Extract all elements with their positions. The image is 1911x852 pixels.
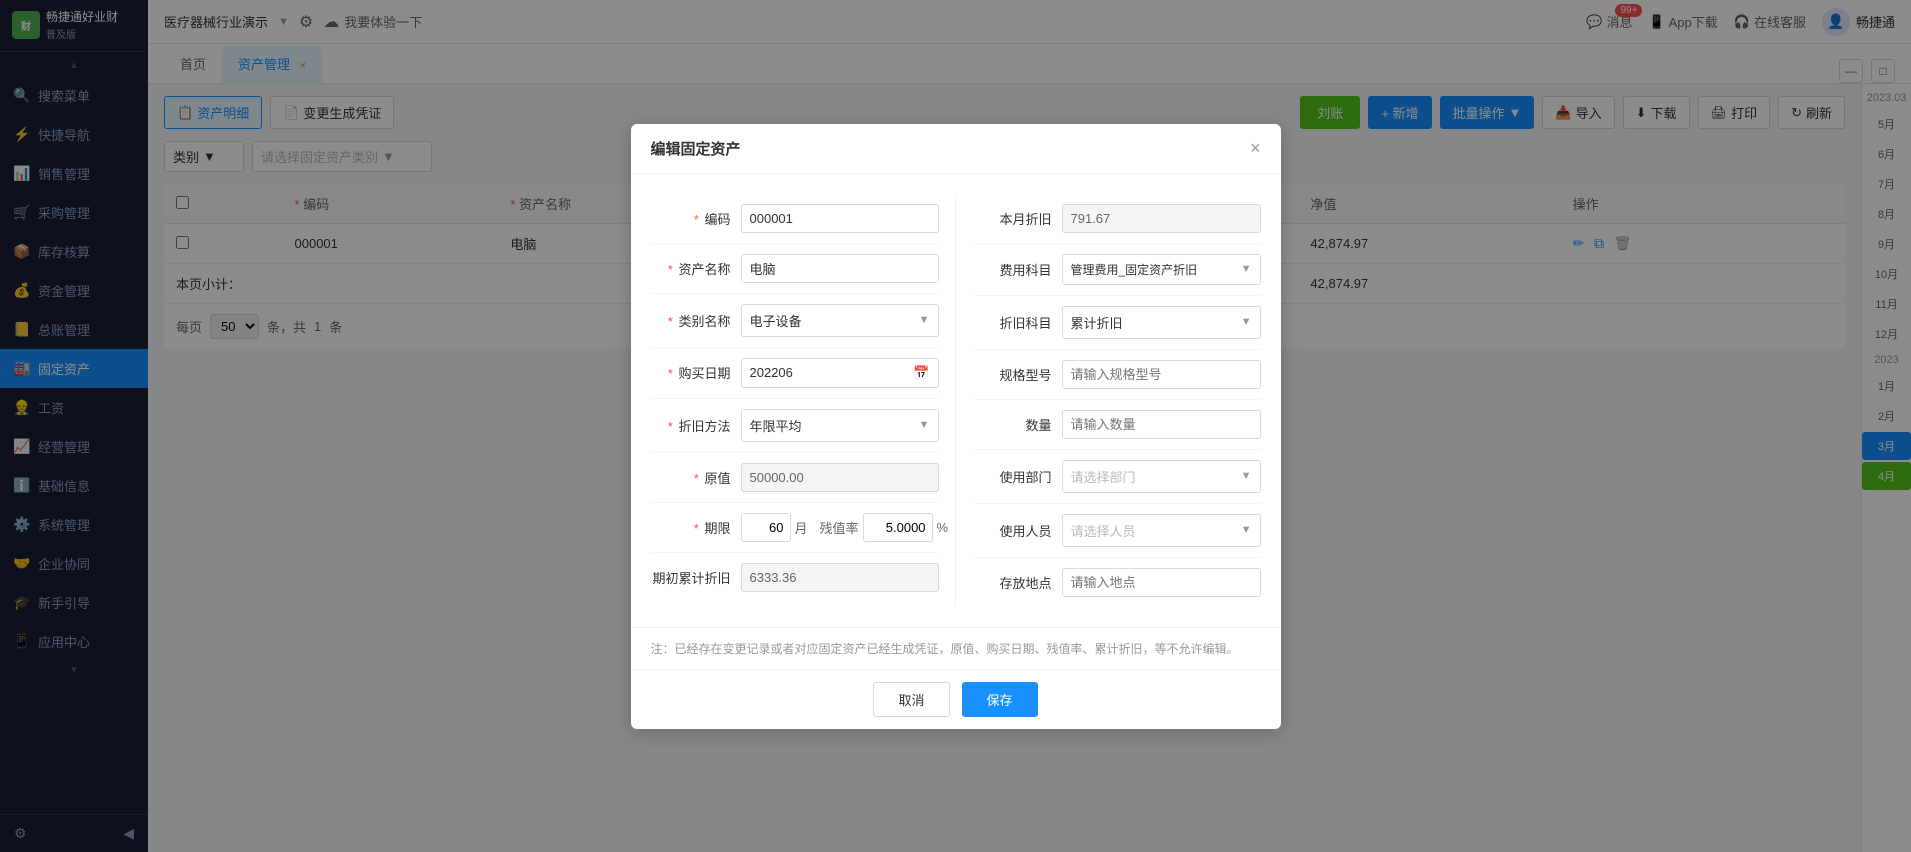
form-row-original-value: * 原值 — [651, 453, 939, 503]
depreciation-method-select[interactable]: 年限平均 ▼ — [741, 409, 939, 442]
depreciation-subject-arrow: ▼ — [1241, 316, 1252, 328]
edit-asset-modal: 编辑固定资产 × * 编码 — [631, 124, 1281, 729]
form-right-col: 本月折旧 费用科目 管理费用_固定资产折旧 ▼ — [956, 194, 1261, 607]
original-value-input[interactable] — [741, 463, 939, 492]
category-form-label: * 类别名称 — [651, 311, 741, 330]
modal-close-button[interactable]: × — [1250, 139, 1261, 157]
quantity-label: 数量 — [972, 415, 1062, 434]
monthly-depreciation-label: 本月折旧 — [972, 209, 1062, 228]
form-row-asset-name: * 资产名称 — [651, 244, 939, 294]
expense-subject-select[interactable]: 管理费用_固定资产折旧 ▼ — [1062, 254, 1261, 285]
form-row-category: * 类别名称 电子设备 ▼ — [651, 294, 939, 348]
category-select-arrow: ▼ — [919, 314, 930, 326]
person-label: 使用人员 — [972, 521, 1062, 540]
residual-rate-input[interactable] — [863, 513, 933, 542]
form-row-depreciation-method: * 折旧方法 年限平均 ▼ — [651, 399, 939, 453]
initial-depreciation-label: 期初累计折旧 — [651, 568, 741, 587]
person-select[interactable]: 请选择人员 ▼ — [1062, 514, 1261, 547]
modal-overlay: 编辑固定资产 × * 编码 — [0, 0, 1911, 852]
department-select[interactable]: 请选择部门 ▼ — [1062, 460, 1261, 493]
category-select[interactable]: 电子设备 ▼ — [741, 304, 939, 337]
modal-footer: 取消 保存 — [631, 669, 1281, 729]
save-button[interactable]: 保存 — [962, 682, 1038, 717]
spec-model-input[interactable] — [1062, 360, 1261, 389]
form-row-department: 使用部门 请选择部门 ▼ — [972, 450, 1261, 504]
location-label: 存放地点 — [972, 573, 1062, 592]
form-row-expense-subject: 费用科目 管理费用_固定资产折旧 ▼ — [972, 244, 1261, 296]
modal-note: 注：已经存在变更记录或者对应固定资产已经生成凭证，原值、购买日期、残值率、累计折… — [631, 627, 1281, 669]
modal-header: 编辑固定资产 × — [631, 124, 1281, 174]
depreciation-subject-select[interactable]: 累计折旧 ▼ — [1062, 306, 1261, 339]
form-row-monthly-depreciation: 本月折旧 — [972, 194, 1261, 244]
form-row-initial-depreciation: 期初累计折旧 — [651, 553, 939, 602]
depreciation-method-label: * 折旧方法 — [651, 416, 741, 435]
period-residual-wrap: 月 残值率 % — [741, 513, 939, 542]
original-value-label: * 原值 — [651, 468, 741, 487]
form-row-depreciation-subject: 折旧科目 累计折旧 ▼ — [972, 296, 1261, 350]
department-arrow: ▼ — [1241, 470, 1252, 482]
category-select-value: 电子设备 — [750, 311, 802, 330]
form-grid: * 编码 * 资产名称 — [651, 194, 1261, 607]
depreciation-subject-value: 累计折旧 — [1071, 313, 1123, 332]
form-row-purchase-date: * 购买日期 202206 📅 — [651, 348, 939, 399]
expense-subject-arrow: ▼ — [1241, 263, 1252, 275]
monthly-depreciation-input — [1062, 204, 1261, 233]
form-row-period: * 期限 月 残值率 % — [651, 503, 939, 553]
calendar-icon: 📅 — [913, 365, 929, 381]
residual-rate-label: 残值率 — [820, 518, 859, 537]
purchase-date-input[interactable]: 202206 📅 — [741, 358, 939, 388]
purchase-date-label: * 购买日期 — [651, 363, 741, 382]
residual-rate-unit: % — [937, 520, 949, 535]
asset-name-input[interactable] — [741, 254, 939, 283]
modal-body: * 编码 * 资产名称 — [631, 174, 1281, 627]
department-label: 使用部门 — [972, 467, 1062, 486]
form-row-spec-model: 规格型号 — [972, 350, 1261, 400]
depreciation-method-arrow: ▼ — [919, 419, 930, 431]
spec-model-label: 规格型号 — [972, 365, 1062, 384]
code-input[interactable] — [741, 204, 939, 233]
form-row-code: * 编码 — [651, 194, 939, 244]
department-placeholder: 请选择部门 — [1071, 467, 1136, 486]
period-label: * 期限 — [651, 518, 741, 537]
expense-subject-value: 管理费用_固定资产折旧 — [1071, 261, 1198, 278]
asset-name-label: * 资产名称 — [651, 259, 741, 278]
form-row-person: 使用人员 请选择人员 ▼ — [972, 504, 1261, 558]
form-row-location: 存放地点 — [972, 558, 1261, 607]
expense-subject-label: 费用科目 — [972, 260, 1062, 279]
code-label: * 编码 — [651, 209, 741, 228]
period-unit: 月 — [795, 518, 808, 537]
form-row-quantity: 数量 — [972, 400, 1261, 450]
depreciation-method-value: 年限平均 — [750, 416, 802, 435]
location-input[interactable] — [1062, 568, 1261, 597]
cancel-button[interactable]: 取消 — [873, 682, 949, 717]
initial-depreciation-input[interactable] — [741, 563, 939, 592]
form-left-col: * 编码 * 资产名称 — [651, 194, 956, 607]
person-placeholder: 请选择人员 — [1071, 521, 1136, 540]
purchase-date-value: 202206 — [750, 365, 793, 380]
quantity-input[interactable] — [1062, 410, 1261, 439]
depreciation-subject-label: 折旧科目 — [972, 313, 1062, 332]
period-input[interactable] — [741, 513, 791, 542]
modal-title: 编辑固定资产 — [651, 138, 741, 159]
person-arrow: ▼ — [1241, 524, 1252, 536]
